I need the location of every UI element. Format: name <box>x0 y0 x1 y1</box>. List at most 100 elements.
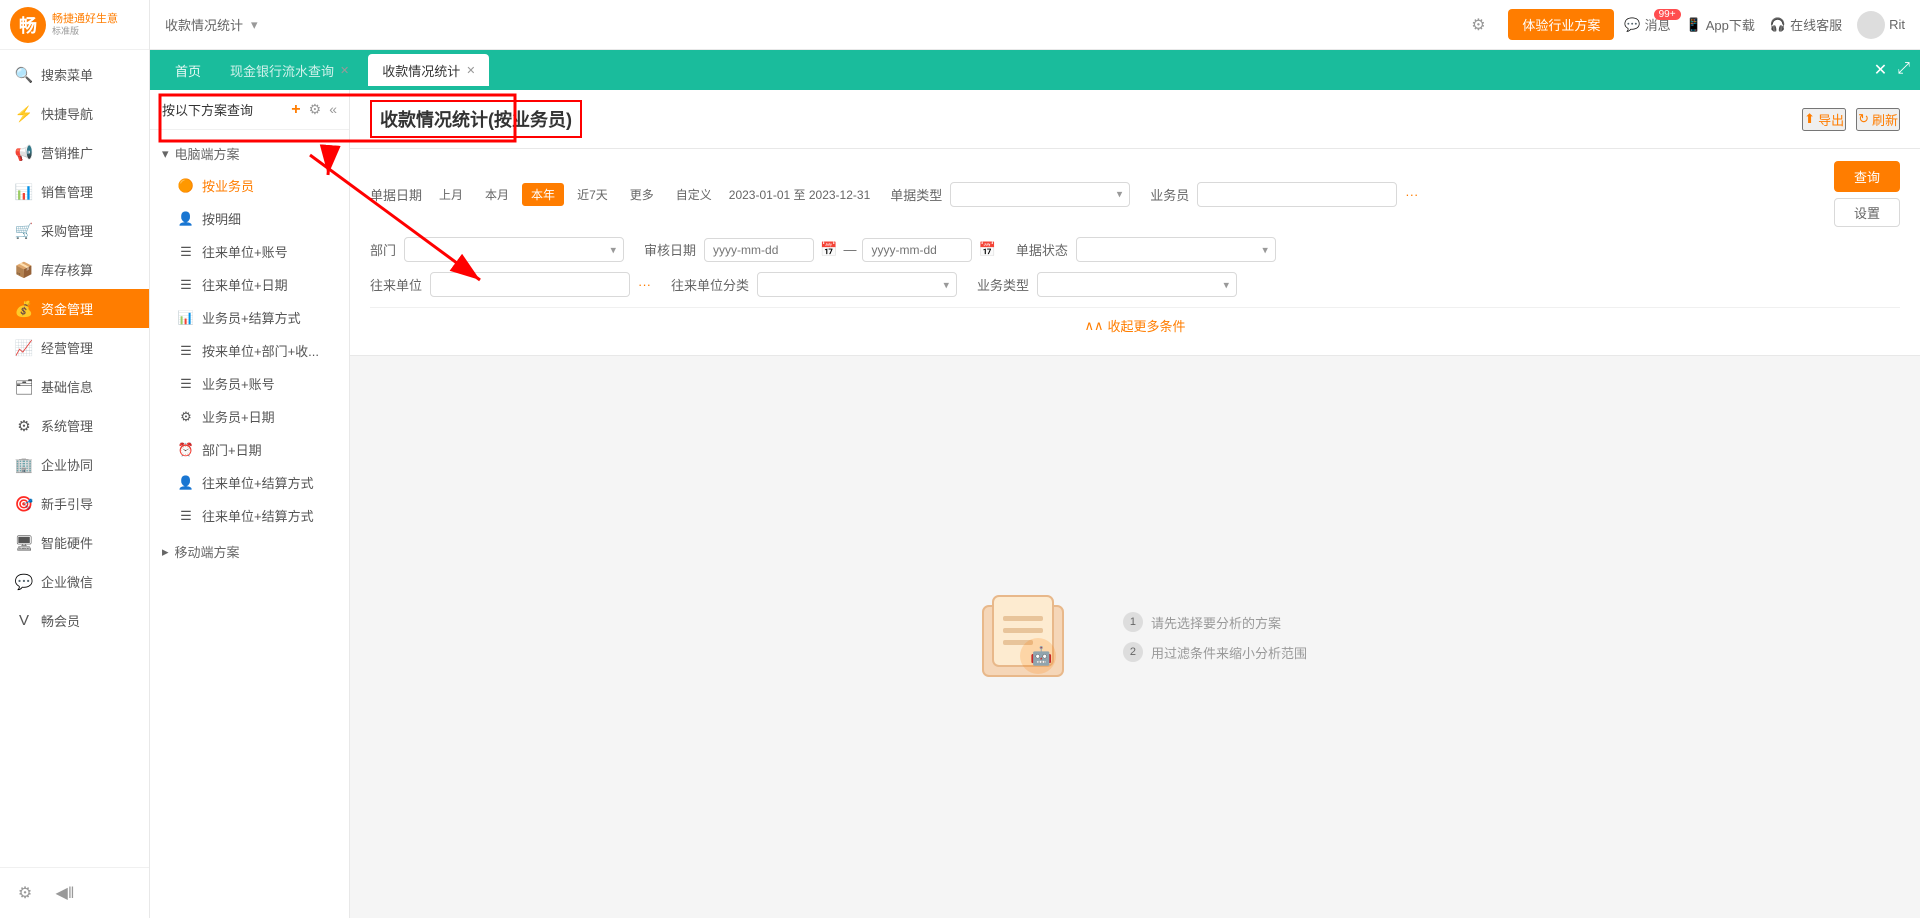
audit-to-calendar-icon[interactable]: 📅 <box>978 241 995 258</box>
this-year-tab[interactable]: 本年 <box>522 183 564 206</box>
collapse-more-btn[interactable]: ∧∧ 收起更多条件 <box>370 307 1900 343</box>
tab-bankflow[interactable]: 现金银行流水查询 ✕ <box>216 54 363 86</box>
export-button[interactable]: ⬆ 导出 <box>1802 108 1846 131</box>
panel-collapse-icon[interactable]: « <box>329 101 337 119</box>
tree-item-by-partner-dept[interactable]: ☰ 按来单位+部门+收... <box>150 334 349 367</box>
tree-item-partner-account[interactable]: ☰ 往来单位+账号 <box>150 235 349 268</box>
sidebar-nav: 🔍 搜索菜单 ⚡ 快捷导航 📢 营销推广 📊 销售管理 🛒 采购管理 📦 库存核… <box>0 50 149 867</box>
this-month-tab[interactable]: 本月 <box>476 183 518 206</box>
salesperson-date-icon: ⚙ <box>178 409 194 425</box>
filter-row-2: 部门 审核日期 📅 — <box>370 237 1900 262</box>
partner-category-select[interactable] <box>757 272 957 297</box>
salesperson-input[interactable] <box>1197 182 1397 207</box>
doc-type-select[interactable] <box>950 182 1130 207</box>
tree-item-label: 往来单位+结算方式 <box>202 506 314 525</box>
sidebar-item-basicinfo[interactable]: 🗂 基础信息 <box>0 367 149 406</box>
mobile-group-label: 移动端方案 <box>175 542 240 561</box>
refresh-button[interactable]: ↻ 刷新 <box>1856 108 1900 131</box>
filter-area: 单据日期 上月 本月 本年 近7天 更多 自定义 2023-01-01 至 <box>350 149 1920 356</box>
sidebar-item-hardware[interactable]: 🖥 智能硬件 <box>0 523 149 562</box>
mobile-group-arrow[interactable]: ▸ <box>162 544 169 560</box>
query-button[interactable]: 查询 <box>1834 161 1900 192</box>
last-7days-tab[interactable]: 近7天 <box>568 183 617 206</box>
sidebar-item-finance[interactable]: 💰 资金管理 <box>0 289 149 328</box>
partner-more-icon[interactable]: ··· <box>638 277 651 292</box>
salesperson-more-icon[interactable]: ··· <box>1405 187 1418 202</box>
dept-select[interactable] <box>404 237 624 262</box>
salesperson-settle-icon: 📊 <box>178 310 194 326</box>
sidebar-item-quicknav[interactable]: ⚡ 快捷导航 <box>0 94 149 133</box>
scheme-settings-icon[interactable]: ⚙ <box>309 101 322 119</box>
pc-scheme-group-title[interactable]: ▾ 电脑端方案 <box>150 138 349 169</box>
tip-2: 2 用过滤条件来缩小分析范围 <box>1123 642 1307 662</box>
doc-status-filter: 单据状态 <box>1016 237 1276 262</box>
sidebar-item-enterprise[interactable]: 🏢 企业协同 <box>0 445 149 484</box>
tab-minimize-icon[interactable]: ✕ <box>1874 60 1887 80</box>
tree-item-by-detail[interactable]: 👤 按明细 <box>150 202 349 235</box>
message-btn[interactable]: 💬 消息 99+ <box>1624 15 1670 34</box>
sidebar-item-label: 销售管理 <box>41 182 93 201</box>
sidebar-item-inventory[interactable]: 📦 库存核算 <box>0 250 149 289</box>
sidebar-item-sales[interactable]: 📊 销售管理 <box>0 172 149 211</box>
audit-date-from-input[interactable] <box>704 238 814 262</box>
inventory-icon: 📦 <box>15 261 33 279</box>
biz-type-select[interactable] <box>1037 272 1237 297</box>
tree-item-by-salesperson[interactable]: 🟠 按业务员 <box>150 169 349 202</box>
sidebar-item-weixin[interactable]: 💬 企业微信 <box>0 562 149 601</box>
tree-item-partner-settle1[interactable]: 👤 往来单位+结算方式 <box>150 466 349 499</box>
right-content: 收款情况统计(按业务员) ⬆ 导出 ↻ 刷新 单据 <box>350 90 1920 918</box>
last-month-tab[interactable]: 上月 <box>430 183 472 206</box>
topbar-settings-icon[interactable]: ⚙ <box>1463 10 1493 40</box>
partner-settle1-icon: 👤 <box>178 475 194 491</box>
sidebar-item-purchase[interactable]: 🛒 采购管理 <box>0 211 149 250</box>
pc-group-arrow[interactable]: ▾ <box>162 146 169 162</box>
settings-button[interactable]: 设置 <box>1834 198 1900 227</box>
doc-status-select[interactable] <box>1076 237 1276 262</box>
tree-item-partner-date[interactable]: ☰ 往来单位+日期 <box>150 268 349 301</box>
logo-name: 畅捷通好生意 <box>52 12 118 26</box>
app-download-btn[interactable]: 📱 App下载 <box>1686 15 1755 34</box>
tree-item-salesperson-account[interactable]: ☰ 业务员+账号 <box>150 367 349 400</box>
sidebar-item-marketing[interactable]: 📢 营销推广 <box>0 133 149 172</box>
tree-item-dept-date[interactable]: ⏰ 部门+日期 <box>150 433 349 466</box>
tree-item-label: 按业务员 <box>202 176 254 195</box>
breadcrumb-dropdown-icon[interactable]: ▾ <box>251 17 258 33</box>
tree-item-partner-settle2[interactable]: ☰ 往来单位+结算方式 <box>150 499 349 532</box>
collection-tab-close[interactable]: ✕ <box>466 64 475 77</box>
date-sep: 至 <box>794 188 809 202</box>
trial-button[interactable]: 体验行业方案 <box>1508 9 1614 40</box>
bankflow-tab-close[interactable]: ✕ <box>340 64 349 77</box>
sidebar-item-newbie[interactable]: 🎯 新手引导 <box>0 484 149 523</box>
tab-home[interactable]: 首页 <box>165 54 211 86</box>
svg-text:🤖: 🤖 <box>1030 645 1052 666</box>
tree-item-label: 按明细 <box>202 209 241 228</box>
user-avatar-btn[interactable]: Rit <box>1857 11 1905 39</box>
sidebar-settings-btn[interactable]: ⚙ <box>10 878 40 908</box>
sidebar-item-label: 快捷导航 <box>41 104 93 123</box>
tree-item-salesperson-date[interactable]: ⚙ 业务员+日期 <box>150 400 349 433</box>
more-tab[interactable]: 更多 <box>621 183 663 206</box>
audit-date-to-input[interactable] <box>862 238 972 262</box>
message-badge: 99+ <box>1654 9 1681 20</box>
enterprise-icon: 🏢 <box>15 456 33 474</box>
mobile-scheme-group-title[interactable]: ▸ 移动端方案 <box>150 536 349 567</box>
custom-tab[interactable]: 自定义 <box>667 183 721 206</box>
collapse-icon: ∧∧ <box>1084 318 1103 334</box>
sidebar-item-operation[interactable]: 📈 经营管理 <box>0 328 149 367</box>
tree-item-salesperson-settle[interactable]: 📊 业务员+结算方式 <box>150 301 349 334</box>
tree-item-label: 业务员+结算方式 <box>202 308 301 327</box>
sidebar-item-member[interactable]: V 畅会员 <box>0 601 149 640</box>
tab-collection[interactable]: 收款情况统计 ✕ <box>368 54 489 86</box>
biz-type-filter: 业务类型 <box>977 272 1237 297</box>
sidebar-collapse-btn[interactable]: ◀‖ <box>50 878 80 908</box>
sidebar-item-search[interactable]: 🔍 搜索菜单 <box>0 55 149 94</box>
main-data-area: 🤖 1 请先选择要分析的方案 2 用过滤条件来缩小分析范围 <box>350 356 1920 918</box>
sidebar-item-system[interactable]: ⚙ 系统管理 <box>0 406 149 445</box>
tab-maximize-icon[interactable]: ⤢ <box>1897 60 1910 80</box>
partner-input[interactable] <box>430 272 630 297</box>
date-filter-label: 单据日期 <box>370 185 422 204</box>
add-scheme-icon[interactable]: + <box>291 101 300 119</box>
detail-scheme-icon: 👤 <box>178 211 194 227</box>
online-service-btn[interactable]: 🎧 在线客服 <box>1770 15 1842 34</box>
audit-from-calendar-icon[interactable]: 📅 <box>820 241 837 258</box>
